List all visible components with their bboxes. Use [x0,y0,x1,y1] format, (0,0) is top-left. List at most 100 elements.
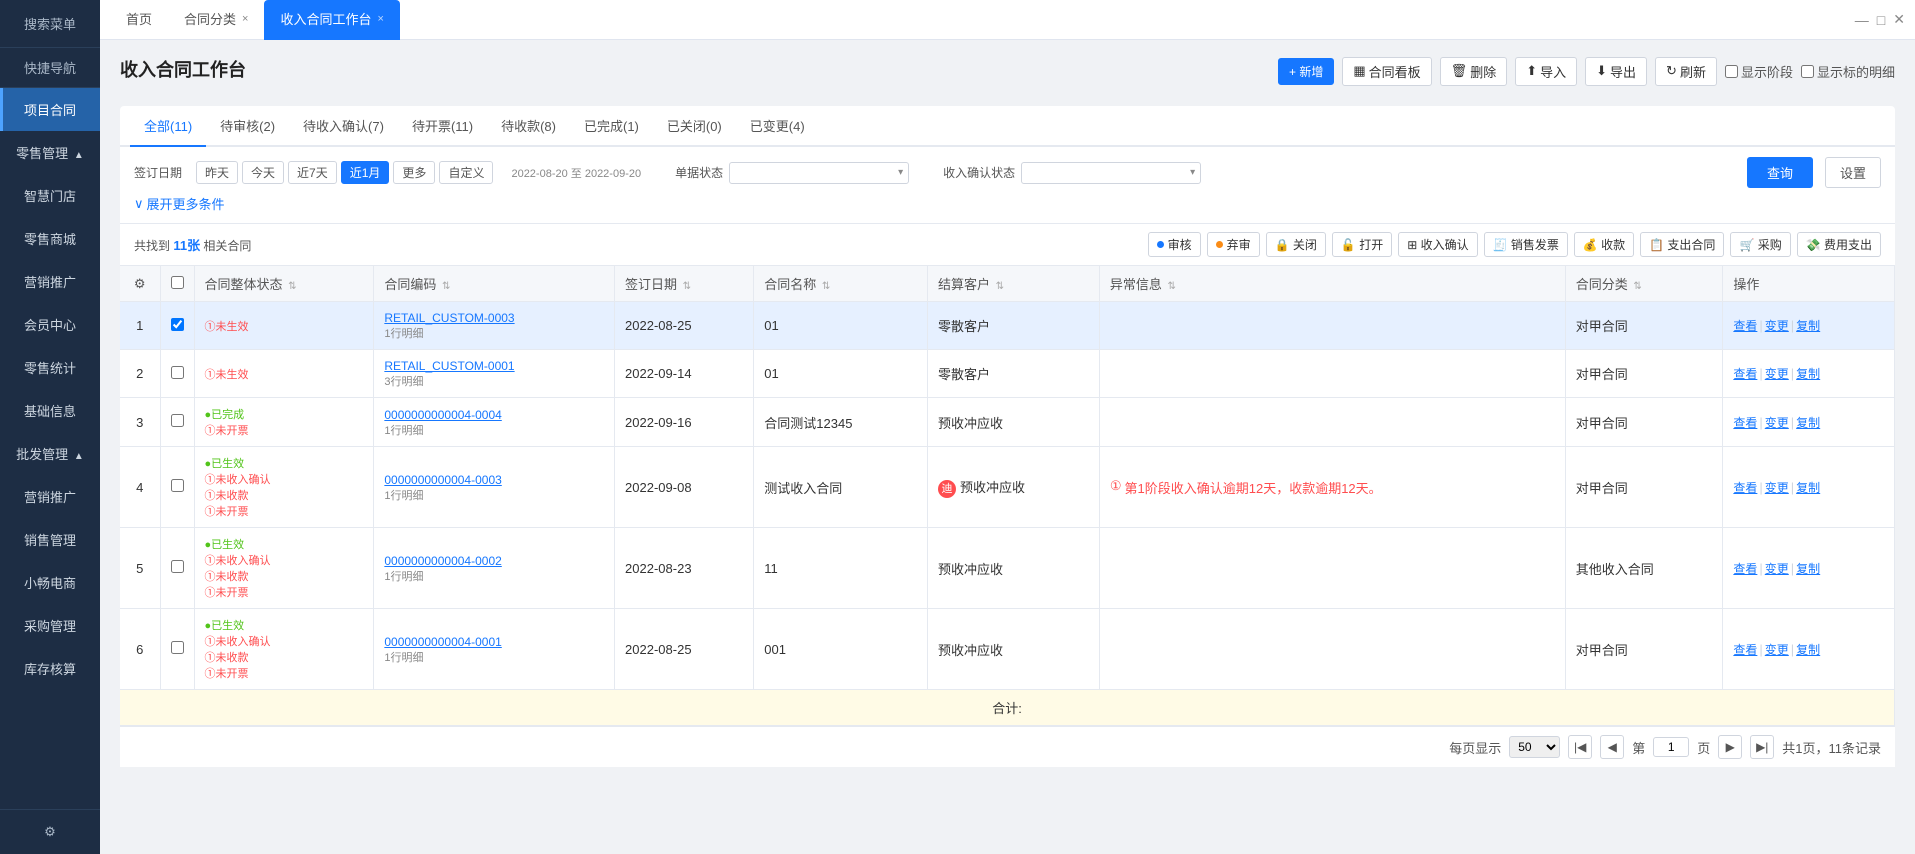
sidebar-item-marketing2[interactable]: 营销推广 [0,475,100,518]
sidebar-item-smart-store[interactable]: 智慧门店 [0,174,100,217]
copy-link[interactable]: 复制 [1796,319,1820,333]
copy-link[interactable]: 复制 [1796,416,1820,430]
edit-link[interactable]: 变更 [1765,367,1789,381]
filter-tab-pending-review[interactable]: 待审核(2) [206,106,289,147]
contract-board-button[interactable]: ▦ 合同看板 [1342,57,1431,86]
row-checkbox[interactable] [171,414,184,427]
date-btn-yesterday[interactable]: 昨天 [196,161,238,184]
filter-tab-pending-invoice[interactable]: 待开票(11) [398,106,487,147]
refresh-button[interactable]: ↻ 刷新 [1655,57,1717,86]
purchase-btn[interactable]: 🛒 采购 [1730,232,1790,257]
sort-date-icon[interactable]: ⇅ [683,281,691,292]
col-checkbox[interactable] [160,266,194,302]
tab-income-workbench[interactable]: 收入合同工作台 × [264,0,399,40]
view-link[interactable]: 查看 [1733,643,1757,657]
close-contract-btn[interactable]: 🔒 关闭 [1266,232,1326,257]
sidebar-item-stock[interactable]: 库存核算 [0,647,100,690]
select-all-checkbox[interactable] [171,276,184,289]
row-checkbox-cell[interactable] [160,609,194,690]
page-input[interactable] [1653,737,1689,757]
doc-status-select[interactable] [729,162,909,184]
sort-status-icon[interactable]: ⇅ [288,281,296,292]
sort-customer-icon[interactable]: ⇅ [996,281,1004,292]
setting-button[interactable]: 设置 [1825,157,1881,188]
row-checkbox[interactable] [171,641,184,654]
contract-code-link[interactable]: 0000000000004-0003 [384,473,501,487]
row-checkbox-cell[interactable] [160,302,194,350]
filter-tab-changed[interactable]: 已变更(4) [736,106,819,147]
tab-contract-category-close[interactable]: × [242,13,248,25]
maximize-btn[interactable]: □ [1877,12,1885,28]
row-checkbox-cell[interactable] [160,447,194,528]
sort-name-icon[interactable]: ⇅ [822,281,830,292]
row-checkbox[interactable] [171,318,184,331]
sidebar-nav[interactable]: 快捷导航 [0,48,100,88]
filter-tab-pending-income[interactable]: 待收入确认(7) [289,106,398,147]
view-link[interactable]: 查看 [1733,481,1757,495]
payment-btn[interactable]: 💰 收款 [1574,232,1634,257]
copy-link[interactable]: 复制 [1796,643,1820,657]
income-confirm-btn[interactable]: ⊞ 收入确认 [1398,232,1477,257]
sidebar-item-wholesale[interactable]: 批发管理 ▲ [0,432,100,475]
edit-link[interactable]: 变更 [1765,481,1789,495]
sidebar-item-purchase[interactable]: 采购管理 [0,604,100,647]
contract-code-link[interactable]: RETAIL_CUSTOM-0001 [384,359,514,373]
sidebar-item-sales-mgmt[interactable]: 销售管理 [0,518,100,561]
edit-link[interactable]: 变更 [1765,319,1789,333]
sort-category-icon[interactable]: ⇅ [1633,281,1641,292]
sidebar-item-marketing[interactable]: 营销推广 [0,260,100,303]
row-checkbox[interactable] [171,479,184,492]
sidebar-item-base-info[interactable]: 基础信息 [0,389,100,432]
view-link[interactable]: 查看 [1733,416,1757,430]
sidebar-search[interactable]: 搜索菜单 [0,0,100,48]
add-button[interactable]: + 新增 [1278,58,1334,85]
row-checkbox-cell[interactable] [160,350,194,398]
page-size-select[interactable]: 50 100 200 [1509,736,1560,758]
contract-code-link[interactable]: 0000000000004-0001 [384,635,501,649]
filter-tab-pending-payment[interactable]: 待收款(8) [487,106,570,147]
prev-page-btn[interactable]: ◀ [1600,735,1624,759]
income-confirm-select[interactable] [1021,162,1201,184]
view-link[interactable]: 查看 [1733,319,1757,333]
minimize-btn[interactable]: — [1855,12,1869,28]
sidebar-item-xiaomax[interactable]: 小畅电商 [0,561,100,604]
import-button[interactable]: ⬆ 导入 [1515,57,1577,86]
expand-conditions-btn[interactable]: ∨ 展开更多条件 [134,194,1881,213]
first-page-btn[interactable]: |◀ [1568,735,1592,759]
date-btn-today[interactable]: 今天 [242,161,284,184]
date-btn-last7[interactable]: 近7天 [288,161,337,184]
tab-contract-category[interactable]: 合同分类 × [168,0,264,40]
abandon-btn[interactable]: 弃审 [1207,232,1260,257]
export-button[interactable]: ⬇ 导出 [1585,57,1647,86]
query-button[interactable]: 查询 [1747,157,1813,188]
date-btn-custom[interactable]: 自定义 [439,161,493,184]
copy-link[interactable]: 复制 [1796,562,1820,576]
expense-btn[interactable]: 💸 费用支出 [1797,232,1881,257]
edit-link[interactable]: 变更 [1765,643,1789,657]
row-checkbox-cell[interactable] [160,398,194,447]
contract-code-link[interactable]: RETAIL_CUSTOM-0003 [384,311,514,325]
sidebar-item-retail-mall[interactable]: 零售商城 [0,217,100,260]
filter-tab-done[interactable]: 已完成(1) [570,106,653,147]
view-link[interactable]: 查看 [1733,367,1757,381]
edit-link[interactable]: 变更 [1765,416,1789,430]
last-page-btn[interactable]: ▶| [1750,735,1774,759]
edit-link[interactable]: 变更 [1765,562,1789,576]
show-stage-checkbox[interactable]: 显示阶段 [1725,62,1793,81]
open-contract-btn[interactable]: 🔓 打开 [1332,232,1392,257]
contract-code-link[interactable]: 0000000000004-0002 [384,554,501,568]
sort-code-icon[interactable]: ⇅ [442,281,450,292]
date-btn-last1month[interactable]: 近1月 [341,161,390,184]
sort-exception-icon[interactable]: ⇅ [1167,281,1175,292]
row-checkbox[interactable] [171,366,184,379]
sidebar-item-retail-stat[interactable]: 零售统计 [0,346,100,389]
filter-tab-closed[interactable]: 已关闭(0) [653,106,736,147]
review-btn[interactable]: 审核 [1148,232,1201,257]
sidebar-item-member[interactable]: 会员中心 [0,303,100,346]
payment-out-btn[interactable]: 📋 支出合同 [1640,232,1724,257]
col-settings[interactable]: ⚙ [120,266,160,302]
sales-invoice-btn[interactable]: 🧾 销售发票 [1484,232,1568,257]
sidebar-item-project[interactable]: 项目合同 [0,88,100,131]
contract-code-link[interactable]: 0000000000004-0004 [384,408,501,422]
tab-income-workbench-close[interactable]: × [377,13,383,25]
